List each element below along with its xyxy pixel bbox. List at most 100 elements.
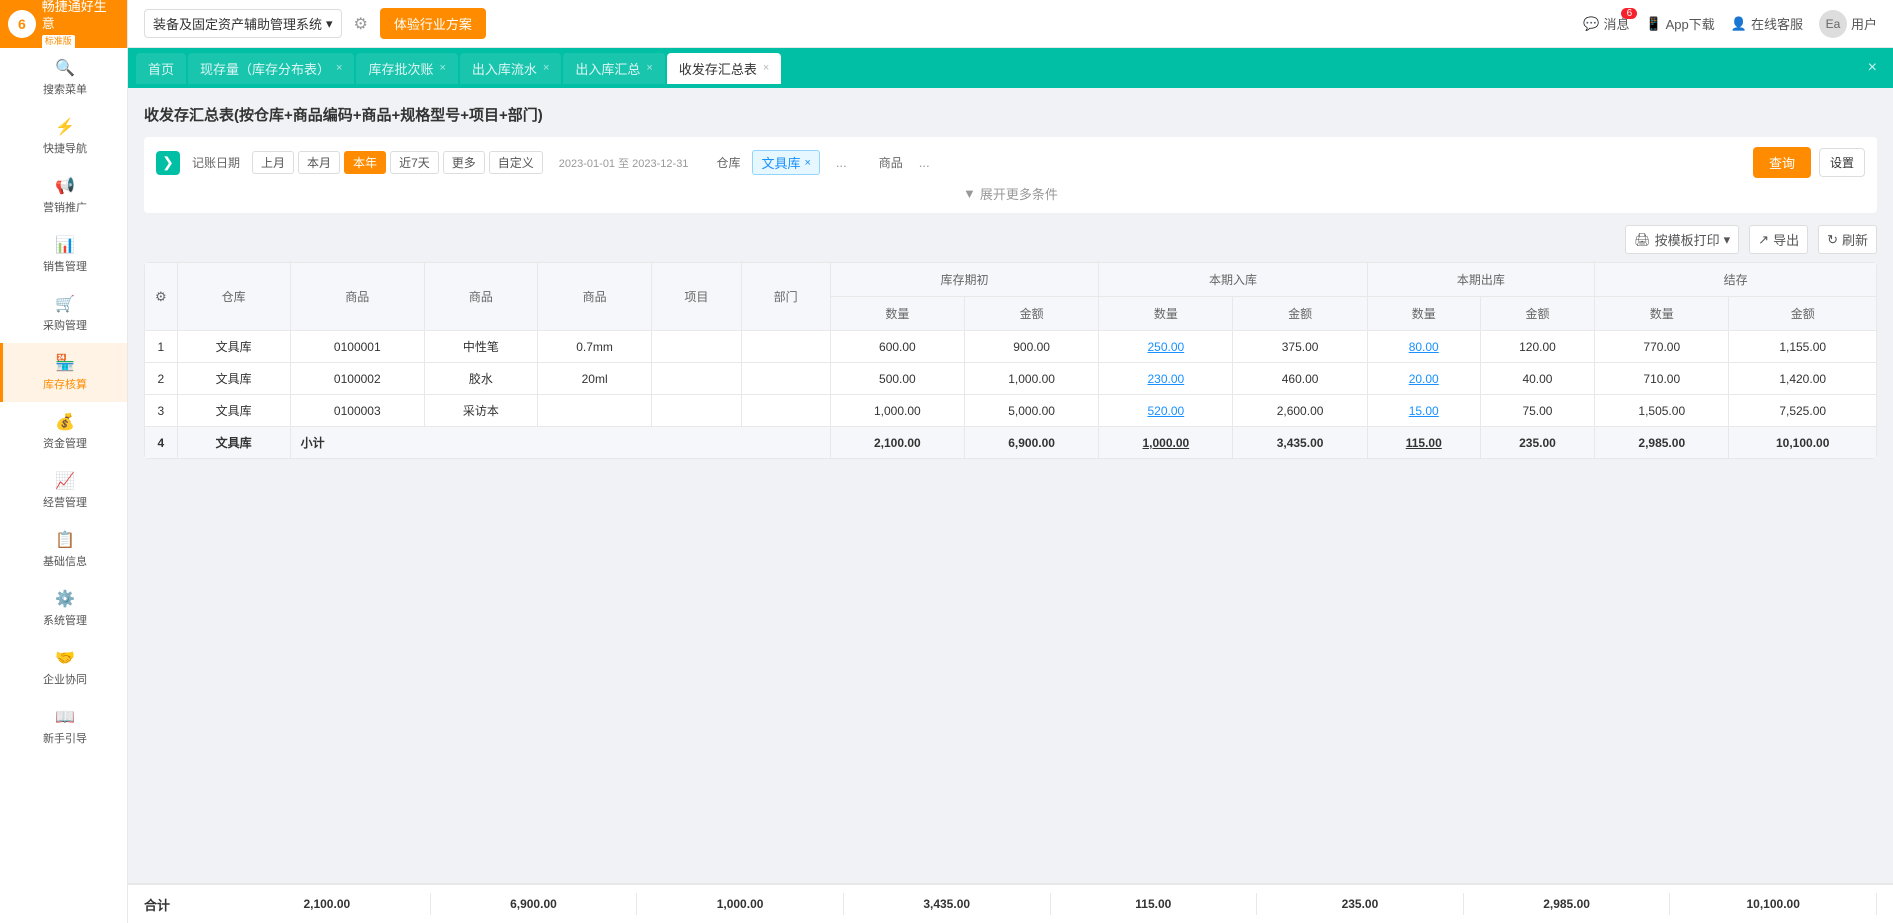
sidebar-item-6[interactable]: 💰资金管理 xyxy=(0,402,127,461)
tab-close-2[interactable]: × xyxy=(439,62,445,74)
phone-icon: 📱 xyxy=(1645,16,1661,32)
th-settings[interactable]: ⚙ xyxy=(145,263,178,331)
cell-in-qty-1[interactable]: 230.00 xyxy=(1099,363,1233,395)
sidebar-item-10[interactable]: 🤝企业协同 xyxy=(0,638,127,697)
th-out-qty: 数量 xyxy=(1367,297,1480,331)
table-row: 3 文具库 0100003 采访本 1,000.00 5,000.00 520.… xyxy=(145,395,1877,427)
warehouse-tag: 文具库 × xyxy=(752,150,819,175)
tab-5[interactable]: 收发存汇总表× xyxy=(667,53,781,84)
cell-in-qty-2[interactable]: 520.00 xyxy=(1099,395,1233,427)
sidebar-item-1[interactable]: ⚡快捷导航 xyxy=(0,107,127,166)
sidebar-item-9[interactable]: ⚙️系统管理 xyxy=(0,579,127,638)
footer: 合计 2,100.00 6,900.00 1,000.00 3,435.00 1… xyxy=(128,883,1893,923)
avatar: Ea xyxy=(1819,10,1847,38)
query-btn[interactable]: 查询 xyxy=(1753,147,1811,178)
cell-in-amt-2: 2,600.00 xyxy=(1233,395,1367,427)
sidebar-item-7[interactable]: 📈经营管理 xyxy=(0,461,127,520)
cell-balance-amt-2: 7,525.00 xyxy=(1729,395,1877,427)
table-body: 1 文具库 0100001 中性笔 0.7mm 600.00 900.00 25… xyxy=(145,331,1877,459)
tab-label-4: 出入库汇总 xyxy=(575,59,640,78)
tab-close-4[interactable]: × xyxy=(646,62,652,74)
table-toolbar: 🖨 按模板打印 ▾ ↗ 导出 ↻ 刷新 xyxy=(144,225,1877,254)
sidebar-icon-8: 📋 xyxy=(55,530,75,550)
experience-btn[interactable]: 体验行业方案 xyxy=(380,8,486,39)
service-icon: 👤 xyxy=(1731,16,1747,32)
print-btn[interactable]: 🖨 按模板打印 ▾ xyxy=(1625,225,1739,254)
tab-close-3[interactable]: × xyxy=(543,62,549,74)
cell-code-1: 0100002 xyxy=(290,363,424,395)
sidebar-icon-2: 📢 xyxy=(55,176,75,196)
sidebar-item-2[interactable]: 📢 营销推广 xyxy=(0,166,127,225)
date-shortcut-0[interactable]: 上月 xyxy=(252,151,294,174)
cell-project-0 xyxy=(652,331,741,363)
topbar-actions: 💬 消息 6 📱 App下载 👤 在线客服 Ea 用户 xyxy=(1583,10,1877,38)
cell-out-amt-1: 40.00 xyxy=(1480,363,1594,395)
sidebar-label-5: 库存核算 xyxy=(43,376,87,392)
tab-3[interactable]: 出入库流水 × xyxy=(460,53,561,84)
filter-settings-btn[interactable]: 设置 xyxy=(1819,148,1865,177)
tab-label-3: 出入库流水 xyxy=(472,59,537,78)
subtotal-balance-amt: 10,100.00 xyxy=(1729,427,1877,459)
user-action[interactable]: Ea 用户 xyxy=(1819,10,1877,38)
sidebar-item-0[interactable]: 🔍搜索菜单 xyxy=(0,48,127,107)
gear-icon[interactable]: ⚙ xyxy=(354,14,368,34)
online-service-action[interactable]: 👤 在线客服 xyxy=(1731,14,1803,33)
refresh-btn[interactable]: ↻ 刷新 xyxy=(1818,225,1877,254)
sidebar-label-8: 基础信息 xyxy=(43,553,87,569)
sidebar-label-3: 销售管理 xyxy=(43,258,87,274)
date-shortcut-4[interactable]: 更多 xyxy=(443,151,485,174)
filter-action-btns: 查询 设置 xyxy=(1753,147,1865,178)
warehouse-remove-icon[interactable]: × xyxy=(804,157,810,169)
cell-out-qty-0[interactable]: 80.00 xyxy=(1367,331,1480,363)
goods-more-btn[interactable]: ... xyxy=(915,155,934,170)
cell-balance-amt-0: 1,155.00 xyxy=(1729,331,1877,363)
cell-out-qty-1[interactable]: 20.00 xyxy=(1367,363,1480,395)
sidebar-icon-0: 🔍 xyxy=(55,58,75,78)
messages-action[interactable]: 💬 消息 6 xyxy=(1583,14,1629,33)
topbar: 装备及固定资产辅助管理系统 ▾ ⚙ 体验行业方案 💬 消息 6 📱 App下载 … xyxy=(128,0,1893,48)
tab-4[interactable]: 出入库汇总 × xyxy=(563,53,664,84)
tab-1[interactable]: 现存量（库存分布表）× xyxy=(188,53,354,84)
tab-close-1[interactable]: × xyxy=(336,62,342,74)
tab-0[interactable]: 首页 xyxy=(136,53,186,84)
cell-out-qty-2[interactable]: 15.00 xyxy=(1367,395,1480,427)
settings-gear-icon[interactable]: ⚙ xyxy=(155,289,167,304)
filter-expand-btn[interactable]: ❯ xyxy=(156,151,180,175)
chevron-down-icon: ▾ xyxy=(1724,232,1731,248)
sidebar-item-11[interactable]: 📖新手引导 xyxy=(0,697,127,756)
tabbar: 首页现存量（库存分布表）×库存批次账×出入库流水×出入库汇总×收发存汇总表×× xyxy=(128,48,1893,88)
footer-balance-amt: 10,100.00 xyxy=(1670,893,1877,915)
tab-close-5[interactable]: × xyxy=(763,62,769,74)
sys-title-select[interactable]: 装备及固定资产辅助管理系统 ▾ xyxy=(144,9,342,38)
warehouse-more-btn[interactable]: ... xyxy=(832,155,851,170)
sidebar-icon-9: ⚙️ xyxy=(55,589,75,609)
tabbar-close-btn[interactable]: × xyxy=(1860,55,1885,81)
th-opening-qty: 数量 xyxy=(830,297,964,331)
th-balance-amt: 金额 xyxy=(1729,297,1877,331)
cell-name-2: 采访本 xyxy=(424,395,537,427)
sidebar-item-4[interactable]: 🛒采购管理 xyxy=(0,284,127,343)
subtotal-row: 4 文具库 小计 2,100.00 6,900.00 1,000.00 3,43… xyxy=(145,427,1877,459)
date-shortcut-1[interactable]: 本月 xyxy=(298,151,340,174)
main-area: 装备及固定资产辅助管理系统 ▾ ⚙ 体验行业方案 💬 消息 6 📱 App下载 … xyxy=(128,0,1893,923)
date-shortcut-2[interactable]: 本年 xyxy=(344,151,386,174)
date-shortcut-3[interactable]: 近7天 xyxy=(390,151,439,174)
sidebar-item-3[interactable]: 📊 销售管理 xyxy=(0,225,127,284)
sidebar-icon-3: 📊 xyxy=(55,235,75,255)
tab-2[interactable]: 库存批次账× xyxy=(356,53,457,84)
sidebar-header: 6 畅捷通好生意 标准版 xyxy=(0,0,127,48)
app-download-action[interactable]: 📱 App下载 xyxy=(1645,14,1714,33)
sidebar-label-2: 营销推广 xyxy=(43,199,87,215)
cell-opening-amt-2: 5,000.00 xyxy=(964,395,1098,427)
cell-in-qty-0[interactable]: 250.00 xyxy=(1099,331,1233,363)
th-goods-code: 商品 xyxy=(290,263,424,331)
export-btn[interactable]: ↗ 导出 xyxy=(1749,225,1808,254)
sidebar-item-5[interactable]: 🏪库存核算 xyxy=(0,343,127,402)
cell-project-1 xyxy=(652,363,741,395)
date-shortcut-5[interactable]: 自定义 xyxy=(489,151,543,174)
footer-balance-qty: 2,985.00 xyxy=(1464,893,1671,915)
table-row: 1 文具库 0100001 中性笔 0.7mm 600.00 900.00 25… xyxy=(145,331,1877,363)
sidebar-item-8[interactable]: 📋 基础信息 xyxy=(0,520,127,579)
th-opening-amt: 金额 xyxy=(964,297,1098,331)
expand-more[interactable]: ▼ 展开更多条件 xyxy=(156,178,1865,203)
